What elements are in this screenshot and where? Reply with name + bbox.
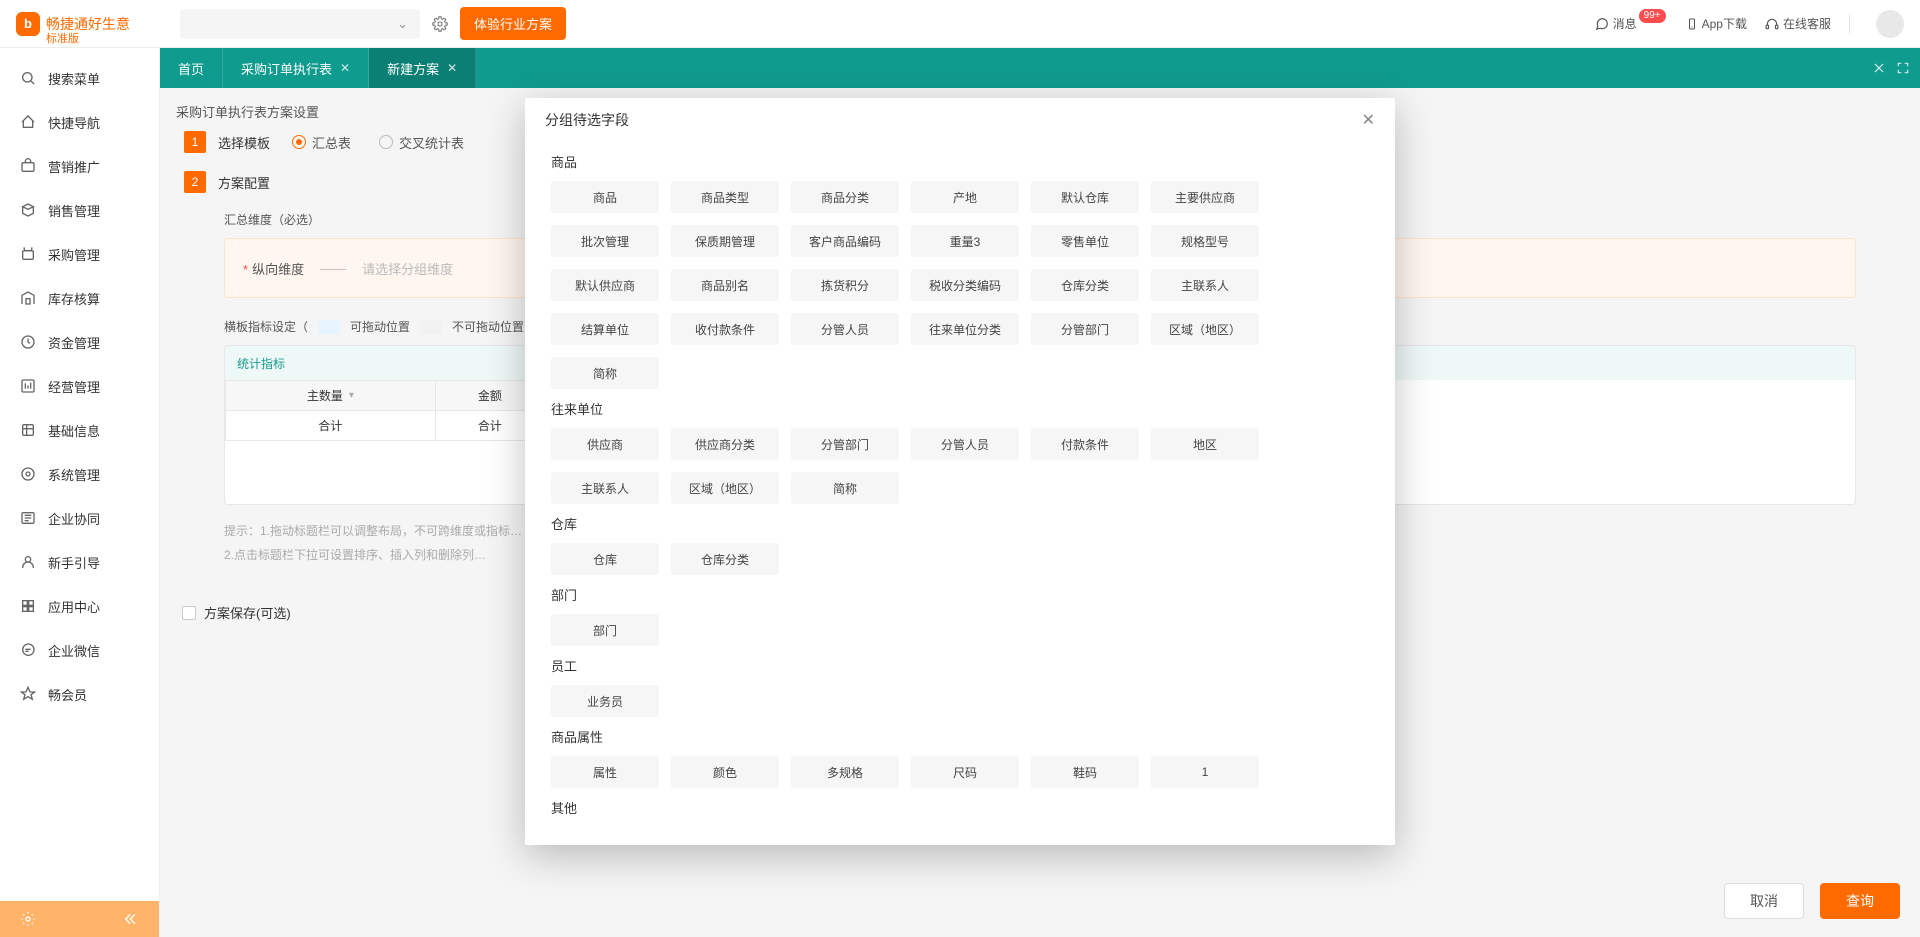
close-icon[interactable]: ✕ — [1362, 110, 1375, 130]
field-chip[interactable]: 尺码 — [911, 756, 1019, 788]
field-group: 仓库仓库仓库分类 — [551, 514, 1369, 575]
field-group-title: 商品属性 — [551, 727, 1369, 746]
field-group: 商品属性属性颜色多规格尺码鞋码 1 — [551, 727, 1369, 788]
field-group-title: 往来单位 — [551, 399, 1369, 418]
field-chip[interactable]: 商品分类 — [791, 181, 899, 213]
field-chip[interactable]: 简称 — [791, 472, 899, 504]
field-group: 其他 — [551, 798, 1369, 827]
field-chip[interactable]: 仓库分类 — [1031, 269, 1139, 301]
field-chip[interactable]: 零售单位 — [1031, 225, 1139, 257]
field-chip[interactable]: 颜色 — [671, 756, 779, 788]
chip-row: 业务员 — [551, 685, 1369, 717]
field-chip[interactable]: 重量3 — [911, 225, 1019, 257]
field-chip[interactable]: 规格型号 — [1151, 225, 1259, 257]
field-group: 部门部门 — [551, 585, 1369, 646]
field-group-title: 仓库 — [551, 514, 1369, 533]
field-chip[interactable]: 保质期管理 — [671, 225, 779, 257]
chip-row: 供应商供应商分类分管部门分管人员付款条件地区主联系人区域（地区） 简称 — [551, 428, 1369, 504]
modal-body[interactable]: 商品商品商品类型商品分类产地默认仓库主要供应商批次管理保质期管理客户商品编码重量… — [525, 142, 1395, 845]
field-chip[interactable]: 区域（地区） — [1151, 313, 1259, 345]
field-chip[interactable]: 分管部门 — [1031, 313, 1139, 345]
chip-row: 仓库仓库分类 — [551, 543, 1369, 575]
field-chip[interactable]: 结算单位 — [551, 313, 659, 345]
field-chip[interactable]: 简称 — [551, 357, 659, 389]
chip-row: 部门 — [551, 614, 1369, 646]
field-chip[interactable]: 拣货积分 — [791, 269, 899, 301]
field-group-title: 部门 — [551, 585, 1369, 604]
field-chip[interactable]: 主联系人 — [1151, 269, 1259, 301]
field-chip[interactable]: 1 — [1151, 756, 1259, 788]
field-chip[interactable]: 属性 — [551, 756, 659, 788]
field-chip[interactable]: 客户商品编码 — [791, 225, 899, 257]
field-chip[interactable]: 商品别名 — [671, 269, 779, 301]
field-chip[interactable]: 默认供应商 — [551, 269, 659, 301]
field-group-title: 员工 — [551, 656, 1369, 675]
modal-title: 分组待选字段 — [545, 110, 629, 130]
field-chip[interactable]: 付款条件 — [1031, 428, 1139, 460]
field-chip[interactable]: 鞋码 — [1031, 756, 1139, 788]
field-chip[interactable]: 默认仓库 — [1031, 181, 1139, 213]
field-chip[interactable]: 供应商分类 — [671, 428, 779, 460]
field-chip[interactable]: 仓库分类 — [671, 543, 779, 575]
field-group: 员工业务员 — [551, 656, 1369, 717]
field-group-title: 其他 — [551, 798, 1369, 817]
field-chip[interactable]: 多规格 — [791, 756, 899, 788]
field-group-title: 商品 — [551, 152, 1369, 171]
modal-header: 分组待选字段 ✕ — [525, 98, 1395, 142]
field-chip[interactable]: 分管部门 — [791, 428, 899, 460]
chip-row: 属性颜色多规格尺码鞋码 1 — [551, 756, 1369, 788]
field-chip[interactable]: 供应商 — [551, 428, 659, 460]
field-chip[interactable]: 分管人员 — [911, 428, 1019, 460]
field-group: 商品商品商品类型商品分类产地默认仓库主要供应商批次管理保质期管理客户商品编码重量… — [551, 152, 1369, 389]
field-group: 往来单位供应商供应商分类分管部门分管人员付款条件地区主联系人区域（地区） 简称 — [551, 399, 1369, 504]
field-chip[interactable]: 商品 — [551, 181, 659, 213]
field-picker-modal: 分组待选字段 ✕ 商品商品商品类型商品分类产地默认仓库主要供应商批次管理保质期管… — [525, 98, 1395, 845]
field-chip[interactable]: 部门 — [551, 614, 659, 646]
chip-row: 商品商品类型商品分类产地默认仓库主要供应商批次管理保质期管理客户商品编码重量3 零… — [551, 181, 1369, 389]
field-chip[interactable]: 商品类型 — [671, 181, 779, 213]
field-chip[interactable]: 主联系人 — [551, 472, 659, 504]
field-chip[interactable]: 区域（地区） — [671, 472, 779, 504]
field-chip[interactable]: 分管人员 — [791, 313, 899, 345]
field-chip[interactable]: 仓库 — [551, 543, 659, 575]
field-chip[interactable]: 产地 — [911, 181, 1019, 213]
field-chip[interactable]: 业务员 — [551, 685, 659, 717]
field-chip[interactable]: 地区 — [1151, 428, 1259, 460]
field-chip[interactable]: 批次管理 — [551, 225, 659, 257]
field-chip[interactable]: 收付款条件 — [671, 313, 779, 345]
field-chip[interactable]: 往来单位分类 — [911, 313, 1019, 345]
field-chip[interactable]: 税收分类编码 — [911, 269, 1019, 301]
field-chip[interactable]: 主要供应商 — [1151, 181, 1259, 213]
